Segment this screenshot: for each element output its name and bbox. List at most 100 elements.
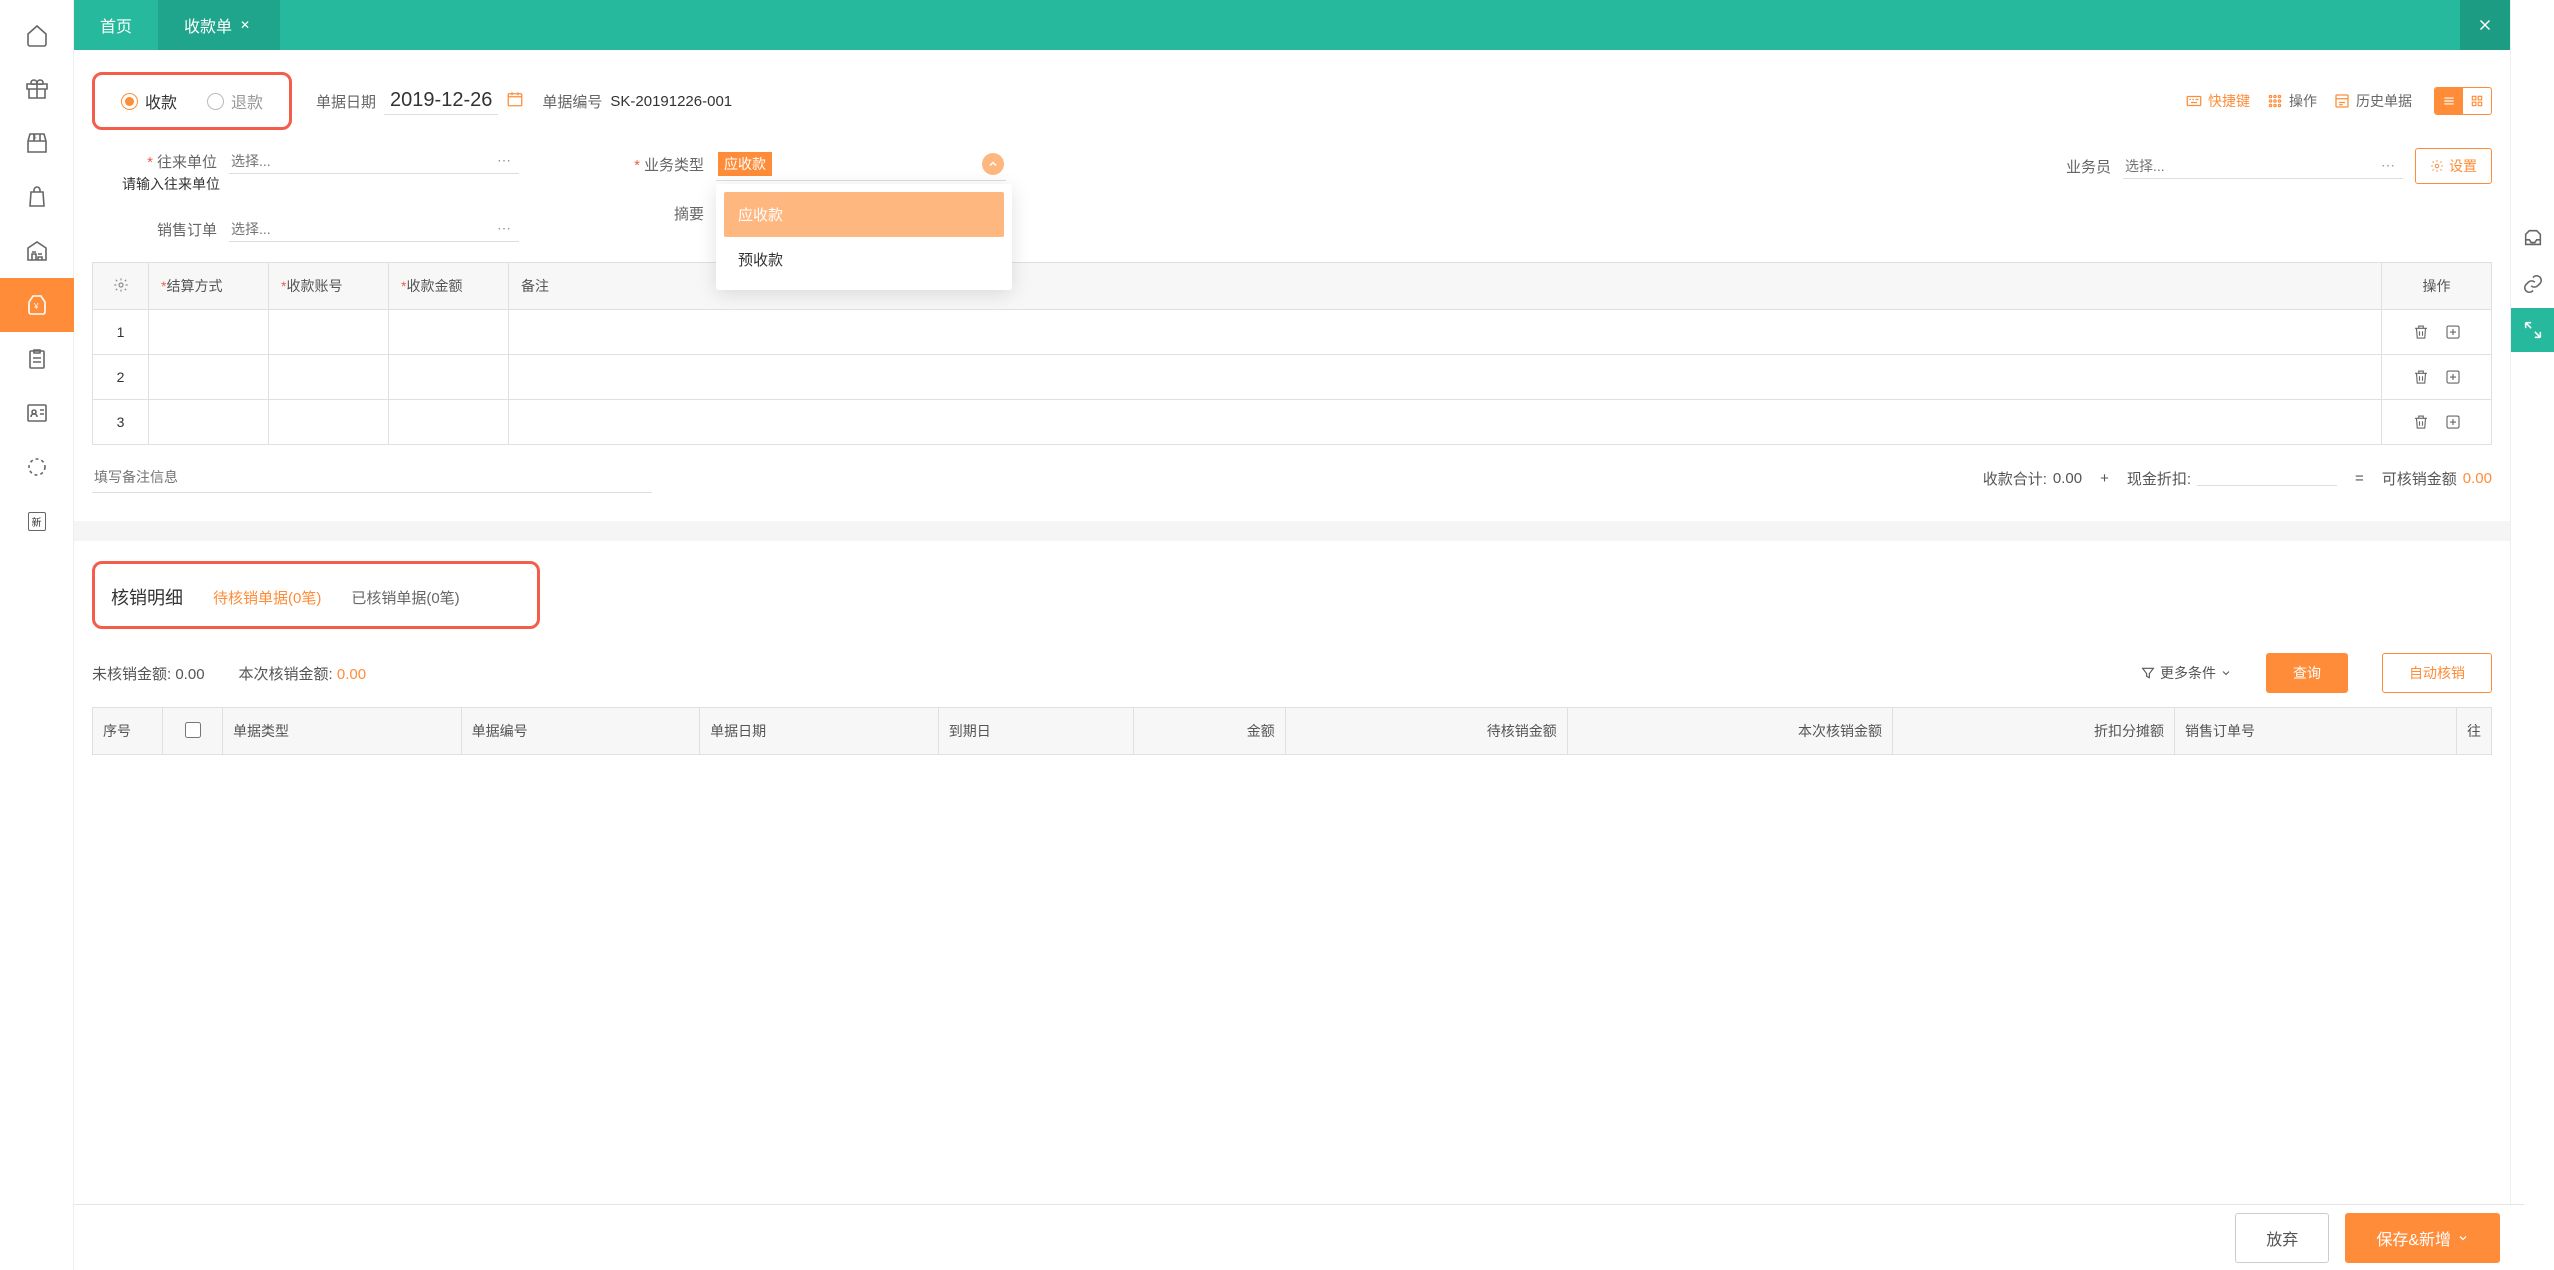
svg-text:¥: ¥	[33, 302, 39, 311]
expand-icon[interactable]	[2511, 308, 2554, 352]
th-this: 本次核销金额	[1567, 708, 1892, 755]
shortcut-link[interactable]: 快捷键	[2185, 91, 2250, 111]
cancel-button[interactable]: 放弃	[2235, 1213, 2329, 1263]
th-docnum: 单据编号	[461, 708, 700, 755]
th-duedate: 到期日	[938, 708, 1133, 755]
inbox-icon[interactable]	[2511, 216, 2554, 260]
query-button[interactable]: 查询	[2266, 653, 2348, 693]
partner-input[interactable]	[231, 153, 493, 169]
writeoff-amount: 可核销金额 0.00	[2382, 468, 2492, 489]
nav-bag[interactable]	[0, 170, 74, 224]
biztype-value: 应收款	[718, 152, 772, 176]
operate-label: 操作	[2289, 91, 2317, 111]
salesorder-label: 销售订单	[122, 219, 217, 240]
table-row: 2	[93, 355, 2492, 400]
chevron-up-icon[interactable]	[982, 153, 1004, 175]
th-checkbox	[163, 708, 223, 755]
writeoff-title: 核销明细	[111, 584, 183, 610]
th-amount: 金额	[1133, 708, 1285, 755]
tab-label: 首页	[100, 13, 132, 37]
docnum-label: 单据编号	[542, 91, 602, 112]
remark-input[interactable]	[94, 469, 650, 485]
history-link[interactable]: 历史单据	[2333, 91, 2412, 111]
row-index: 3	[93, 400, 149, 445]
nav-new[interactable]: 新	[0, 494, 74, 548]
tab-receipt[interactable]: 收款单 ✕	[158, 0, 280, 50]
more-conditions[interactable]: 更多条件	[2140, 663, 2232, 683]
date-label: 单据日期	[316, 91, 376, 112]
nav-finance[interactable]: ¥	[0, 278, 74, 332]
row-index: 1	[93, 310, 149, 355]
svg-text:$: $	[33, 135, 37, 141]
th-type: 单据类型	[223, 708, 462, 755]
nav-clipboard[interactable]	[0, 332, 74, 386]
radio-refund[interactable]: 退款	[207, 89, 263, 113]
footer-bar: 放弃 保存&新增	[74, 1204, 2524, 1270]
docnum-value: SK-20191226-001	[610, 93, 732, 110]
shortcut-label: 快捷键	[2208, 91, 2250, 111]
layout-toggle	[2434, 87, 2492, 115]
nav-gift[interactable]	[0, 62, 74, 116]
writeoff-table: 序号 单据类型 单据编号 单据日期 到期日 金额 待核销金额 本次核销金额 折扣…	[92, 707, 2492, 755]
nav-store[interactable]: $	[0, 116, 74, 170]
settings-button[interactable]: 设置	[2415, 148, 2492, 184]
link-icon[interactable]	[2511, 262, 2554, 306]
auto-writeoff-button[interactable]: 自动核销	[2382, 653, 2492, 693]
add-icon[interactable]	[2444, 413, 2462, 431]
th-more: 往	[2457, 708, 2492, 755]
radio-label: 收款	[145, 89, 177, 113]
right-nav	[2510, 0, 2554, 1270]
add-icon[interactable]	[2444, 368, 2462, 386]
th-pending: 待核销金额	[1285, 708, 1567, 755]
more-icon[interactable]: ⋯	[493, 220, 517, 237]
th-action: 操作	[2382, 263, 2492, 310]
nav-home[interactable]	[0, 8, 74, 62]
th-salesorder: 销售订单号	[2174, 708, 2456, 755]
nav-warehouse[interactable]	[0, 224, 74, 278]
salesorder-input[interactable]	[231, 221, 493, 237]
biztype-input[interactable]: 应收款	[716, 148, 1006, 181]
th-amount: *收款金额	[389, 263, 509, 310]
history-label: 历史单据	[2356, 91, 2412, 111]
payment-table: *结算方式 *收款账号 *收款金额 备注 操作 1 2	[92, 262, 2492, 445]
biztype-label: *业务类型	[609, 154, 704, 175]
collect-refund-group: 收款 退款	[92, 72, 292, 130]
save-button[interactable]: 保存&新增	[2345, 1213, 2500, 1263]
layout-list-icon[interactable]	[2435, 88, 2463, 114]
dropdown-option[interactable]: 预收款	[724, 237, 1004, 282]
th-method: *结算方式	[149, 263, 269, 310]
settings-label: 设置	[2449, 156, 2477, 176]
partner-label: *往来单位	[122, 151, 217, 172]
nav-refresh[interactable]	[0, 440, 74, 494]
close-bar-icon[interactable]	[2460, 0, 2510, 50]
tabs-bar: 首页 收款单 ✕	[74, 0, 2510, 50]
more-icon[interactable]: ⋯	[2377, 157, 2401, 174]
calendar-icon[interactable]	[506, 90, 524, 112]
writeoff-header: 核销明细 待核销单据(0笔) 已核销单据(0笔)	[92, 561, 540, 629]
left-nav: $ ¥ 新	[0, 0, 74, 1270]
tab-label: 收款单	[184, 13, 232, 37]
delete-icon[interactable]	[2412, 323, 2430, 341]
nav-user-list[interactable]	[0, 386, 74, 440]
operate-link[interactable]: 操作	[2266, 91, 2317, 111]
add-icon[interactable]	[2444, 323, 2462, 341]
table-row: 3	[93, 400, 2492, 445]
delete-icon[interactable]	[2412, 413, 2430, 431]
layout-grid-icon[interactable]	[2463, 88, 2491, 114]
th-account: *收款账号	[269, 263, 389, 310]
date-value[interactable]: 2019-12-26	[384, 87, 498, 115]
salesman-input[interactable]	[2125, 158, 2377, 174]
cash-discount: 现金折扣:	[2127, 468, 2337, 489]
writeoff-tab-done[interactable]: 已核销单据(0笔)	[351, 587, 459, 608]
more-icon[interactable]: ⋯	[493, 152, 517, 169]
radio-collect[interactable]: 收款	[121, 89, 177, 113]
tab-home[interactable]: 首页	[74, 0, 158, 50]
select-all-checkbox[interactable]	[185, 722, 201, 738]
radio-label: 退款	[231, 89, 263, 113]
close-icon[interactable]: ✕	[240, 18, 254, 32]
th-docdate: 单据日期	[700, 708, 939, 755]
delete-icon[interactable]	[2412, 368, 2430, 386]
dropdown-option[interactable]: 应收款	[724, 192, 1004, 237]
th-gear[interactable]	[93, 263, 149, 310]
writeoff-tab-pending[interactable]: 待核销单据(0笔)	[213, 587, 321, 608]
